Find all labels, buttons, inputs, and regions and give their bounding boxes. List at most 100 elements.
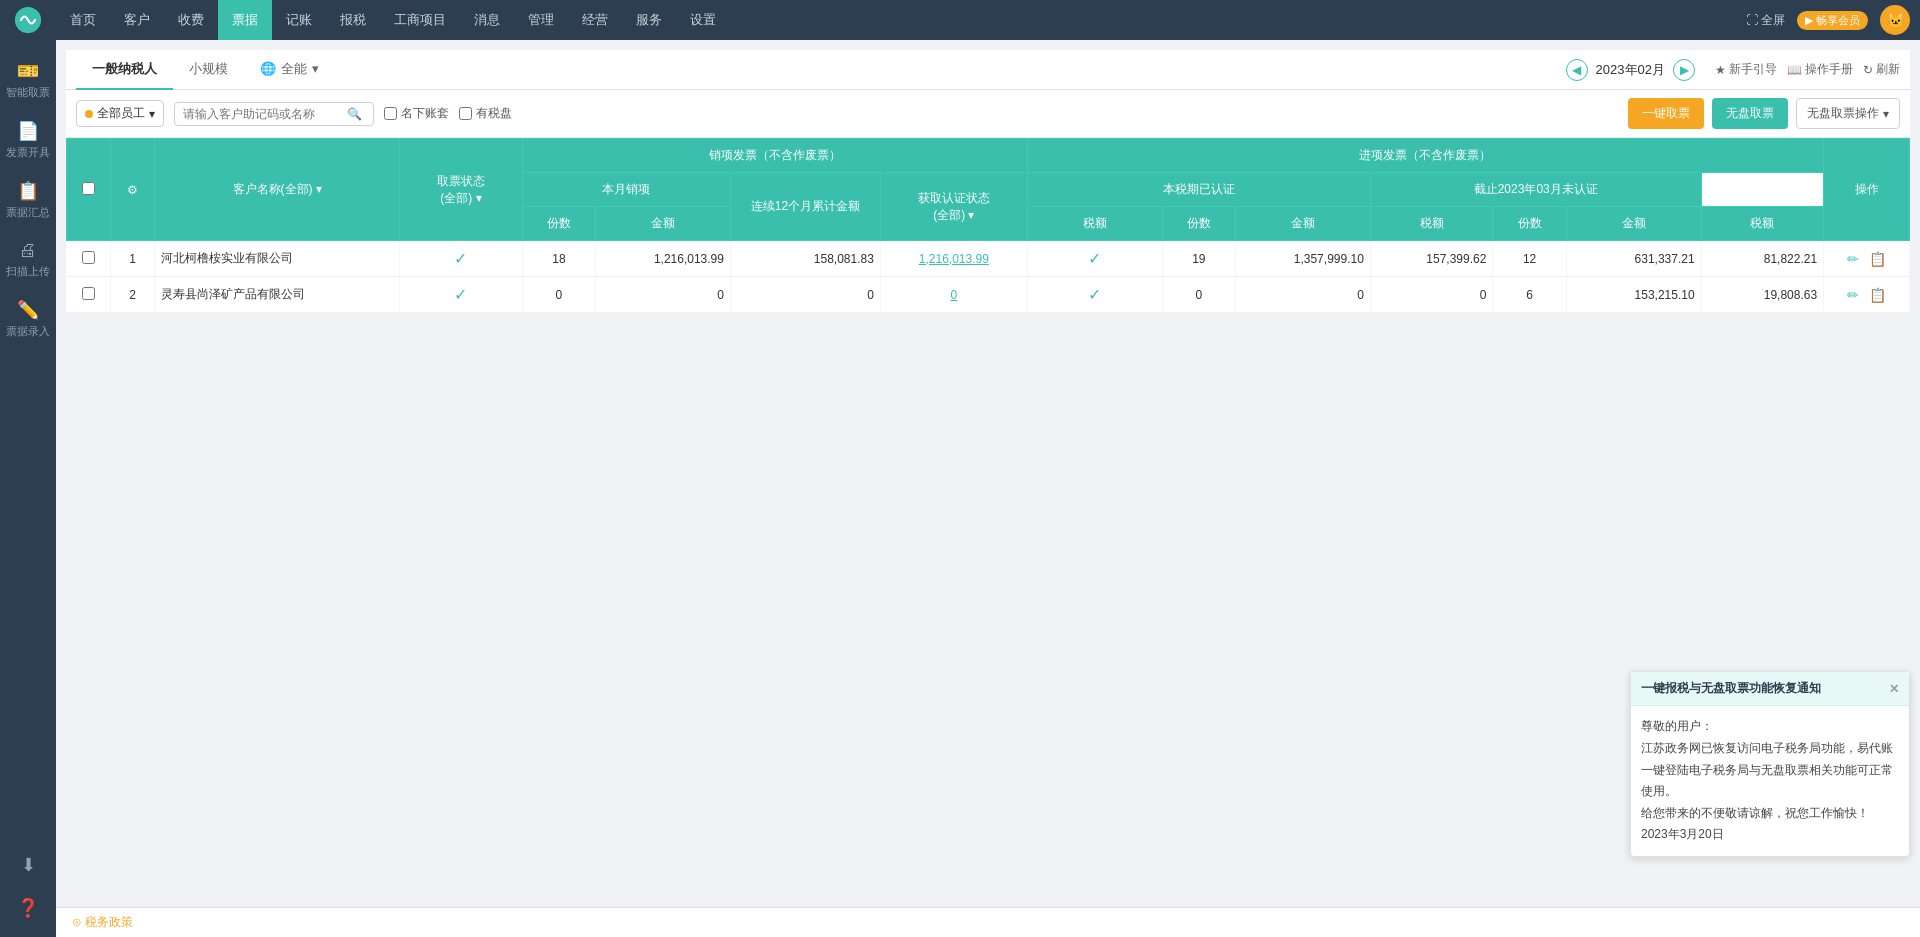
uncert-count-header: 份数 (1493, 207, 1567, 241)
row1-edit-icon[interactable]: ✏ (1847, 251, 1859, 267)
search-icon[interactable]: 🔍 (347, 107, 362, 121)
notif-line-1: 江苏政务网已恢复访问电子税务局功能，易代账一键登陆电子税务局与无盘取票相关功能可… (1641, 738, 1899, 803)
select-all-checkbox[interactable] (82, 182, 95, 195)
nav-manage[interactable]: 管理 (514, 0, 568, 40)
nav-service[interactable]: 服务 (622, 0, 676, 40)
no-disc-operation-button[interactable]: 无盘取票操作 ▾ (1796, 98, 1900, 129)
one-click-pickup-button[interactable]: 一键取票 (1628, 98, 1704, 129)
row2-checkbox (67, 277, 111, 313)
checkbox-tax-disc[interactable]: 有税盘 (459, 105, 512, 122)
table-row: 2 灵寿县尚泽矿产品有限公司 ✓ 0 0 0 0 ✓ 0 0 0 6 153,2… (67, 277, 1910, 313)
nav-invoice[interactable]: 票据 (218, 0, 272, 40)
uncert-tax-header: 税额 (1701, 207, 1824, 241)
filter-bar: 全部员工 ▾ 🔍 名下账套 有税盘 一键取票 无盘取票 无盘取票操作 ▾ (66, 90, 1910, 138)
row1-pickup-check-icon: ✓ (454, 250, 467, 267)
account-checkbox[interactable] (384, 107, 397, 120)
tab-general-taxpayer[interactable]: 一般纳税人 (76, 50, 173, 90)
row1-cert-status: ✓ (1027, 241, 1162, 277)
row2-cumulative-link[interactable]: 0 (951, 288, 958, 302)
cert-count-header: 份数 (1162, 207, 1236, 241)
tab-all[interactable]: 🌐 全能 ▾ (244, 50, 335, 90)
table-group-header-row: ⚙ 客户名称(全部) ▾ 取票状态(全部) ▾ 销项发票（不含作废票） 进项发票… (67, 139, 1910, 173)
nav-business[interactable]: 工商项目 (380, 0, 460, 40)
invoice-entry-icon: ✏️ (17, 299, 39, 321)
tab-small-scale[interactable]: 小规模 (173, 50, 244, 90)
filter-actions: 一键取票 无盘取票 无盘取票操作 ▾ (1628, 98, 1900, 129)
row2-sale-tax: 0 (730, 277, 880, 313)
nav-home[interactable]: 首页 (56, 0, 110, 40)
row1-in-count: 19 (1162, 241, 1236, 277)
nav-settings[interactable]: 设置 (676, 0, 730, 40)
notif-line-2: 给您带来的不便敬请谅解，祝您工作愉快！ (1641, 803, 1899, 825)
row2-uncert-amount: 153,215.10 (1566, 277, 1701, 313)
no-disc-pickup-button[interactable]: 无盘取票 (1712, 98, 1788, 129)
sidebar-item-invoice-entry[interactable]: ✏️ 票据录入 (0, 289, 56, 349)
refresh-button[interactable]: ↻ 刷新 (1863, 61, 1900, 78)
prev-period-button[interactable]: ◀ (1566, 59, 1588, 81)
row1-sale-count: 18 (522, 241, 596, 277)
notification-title: 一键报税与无盘取票功能恢复通知 (1641, 680, 1821, 697)
row1-in-amount: 1,357,999.10 (1236, 241, 1371, 277)
new-guide-button[interactable]: ★ 新手引导 (1715, 61, 1777, 78)
bottom-bar: ⊙ 税务政策 (56, 907, 1920, 937)
row1-cumulative-link[interactable]: 1,216,013.99 (919, 252, 989, 266)
tax-disc-checkbox[interactable] (459, 107, 472, 120)
tax-policy-link[interactable]: ⊙ 税务政策 (72, 914, 133, 931)
row2-company: 灵寿县尚泽矿产品有限公司 (155, 277, 400, 313)
sale-count-header: 份数 (522, 207, 596, 241)
next-period-button[interactable]: ▶ (1673, 59, 1695, 81)
row2-in-count: 0 (1162, 277, 1236, 313)
cert-tax-header: 税额 (1370, 207, 1493, 241)
search-input[interactable] (183, 107, 343, 121)
tab-bar: 一般纳税人 小规模 🌐 全能 ▾ ◀ 2023年02月 ▶ ★ 新手引导 📖 操… (66, 50, 1910, 90)
fullscreen-button[interactable]: ⛶ 全屏 (1746, 12, 1785, 29)
table-row: 1 河北柯橹桉实业有限公司 ✓ 18 1,216,013.99 158,081.… (67, 241, 1910, 277)
row2-uncert-count: 6 (1493, 277, 1567, 313)
row2-sale-amount: 0 (596, 277, 731, 313)
row2-file-icon[interactable]: 📋 (1869, 287, 1886, 303)
sidebar-download-icon[interactable]: ⬇ (21, 846, 36, 884)
row2-select[interactable] (82, 287, 95, 300)
sale-tax-header: 税额 (1027, 207, 1162, 241)
row1-file-icon[interactable]: 📋 (1869, 251, 1886, 267)
nav-customer[interactable]: 客户 (110, 0, 164, 40)
notification-header: 一键报税与无盘取票功能恢复通知 ✕ (1631, 672, 1909, 706)
row1-cumulative: 1,216,013.99 (880, 241, 1027, 277)
manual-button[interactable]: 📖 操作手册 (1787, 61, 1853, 78)
pickup-status-header: 取票状态(全部) ▾ (400, 139, 523, 241)
row1-select[interactable] (82, 251, 95, 264)
nav-message[interactable]: 消息 (460, 0, 514, 40)
top-nav: 首页 客户 收费 票据 记账 报税 工商项目 消息 管理 经营 服务 设置 ⛶ … (0, 0, 1920, 40)
uncertified-header: 截止2023年03月未认证 (1370, 173, 1701, 207)
gear-header: ⚙ (111, 139, 155, 241)
row2-cert-check-icon: ✓ (1088, 286, 1101, 303)
employee-chevron-icon: ▾ (149, 107, 155, 121)
row2-cert-status: ✓ (1027, 277, 1162, 313)
nav-fee[interactable]: 收费 (164, 0, 218, 40)
employee-select[interactable]: 全部员工 ▾ (76, 100, 164, 127)
nav-bookkeeping[interactable]: 记账 (272, 0, 326, 40)
table-body: 1 河北柯橹桉实业有限公司 ✓ 18 1,216,013.99 158,081.… (67, 241, 1910, 313)
notif-line-3: 2023年3月20日 (1641, 824, 1899, 846)
row2-edit-icon[interactable]: ✏ (1847, 287, 1859, 303)
notification-close-button[interactable]: ✕ (1889, 682, 1899, 696)
table-container: ⚙ 客户名称(全部) ▾ 取票状态(全部) ▾ 销项发票（不含作废票） 进项发票… (66, 138, 1910, 313)
avatar[interactable]: 🐱 (1880, 5, 1910, 35)
smart-pickup-icon: 🎫 (17, 60, 39, 82)
sidebar-item-scan-upload[interactable]: 🖨 扫描上传 (0, 230, 56, 289)
sidebar-bottom: ⬇ ❓ (17, 846, 39, 937)
row1-checkbox (67, 241, 111, 277)
sale-amount-header: 金额 (596, 207, 731, 241)
row1-index: 1 (111, 241, 155, 277)
no-disc-op-label: 无盘取票操作 (1807, 105, 1879, 122)
member-badge[interactable]: ▶ 畅享会员 (1797, 11, 1868, 30)
sidebar-item-smart-pickup[interactable]: 🎫 智能取票 (0, 50, 56, 110)
checkbox-account[interactable]: 名下账套 (384, 105, 449, 122)
sidebar-item-invoice-summary[interactable]: 📋 票据汇总 (0, 170, 56, 230)
nav-tax[interactable]: 报税 (326, 0, 380, 40)
row1-uncert-count: 12 (1493, 241, 1567, 277)
sidebar-item-invoice-issue[interactable]: 📄 发票开具 (0, 110, 56, 170)
sidebar-help-icon[interactable]: ❓ (17, 889, 39, 927)
checkbox-tax-disc-label: 有税盘 (476, 105, 512, 122)
nav-operation[interactable]: 经营 (568, 0, 622, 40)
